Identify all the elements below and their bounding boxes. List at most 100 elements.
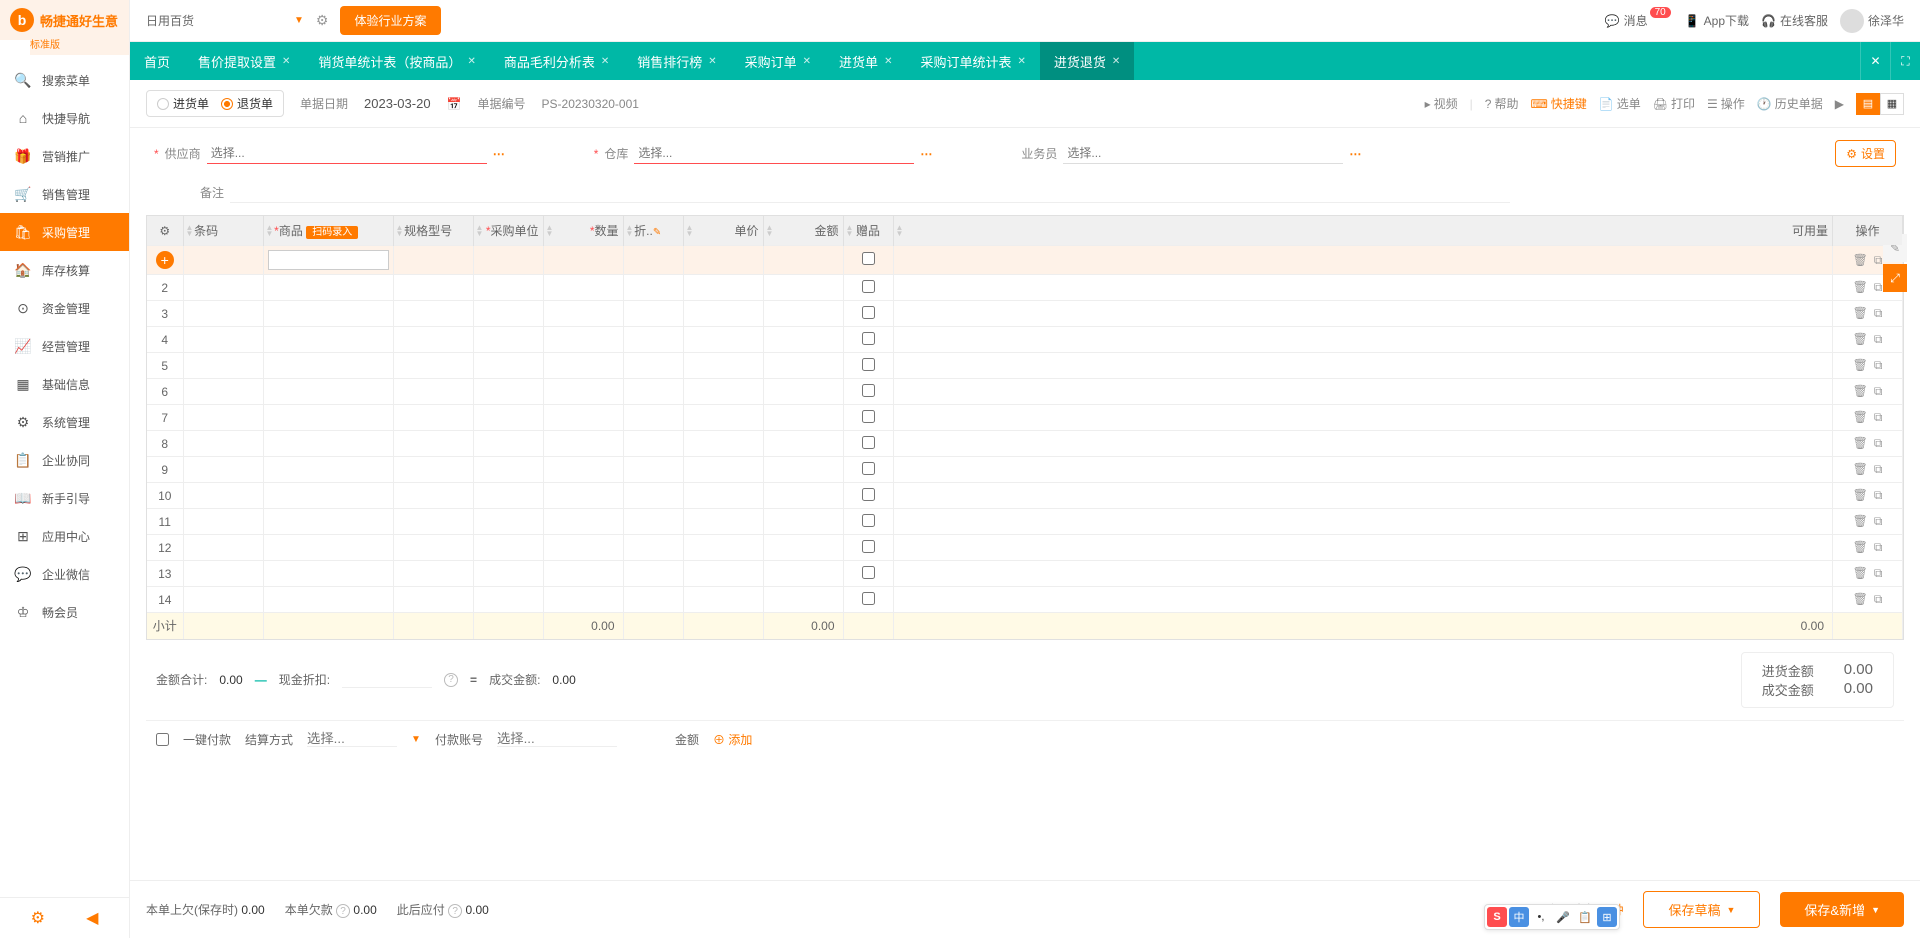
copy-icon[interactable]: ⧉: [1874, 540, 1883, 555]
supplier-browse-icon[interactable]: ⋯: [493, 147, 506, 161]
copy-icon[interactable]: ⧉: [1874, 566, 1883, 581]
close-icon[interactable]: ✕: [1017, 56, 1025, 67]
amount-header[interactable]: ▲▼金额: [763, 216, 843, 246]
gift-checkbox[interactable]: [862, 488, 875, 501]
tab-1[interactable]: 售价提取设置✕: [184, 42, 304, 80]
gift-checkbox[interactable]: [862, 252, 875, 265]
date-value[interactable]: 2023-03-20: [364, 96, 431, 111]
messages-link[interactable]: 💬 消息 70: [1605, 12, 1673, 29]
ime-clip-icon[interactable]: 📋: [1575, 907, 1595, 927]
gift-checkbox[interactable]: [862, 410, 875, 423]
ime-cn-icon[interactable]: 中: [1509, 907, 1529, 927]
select-bill-link[interactable]: 📄 选单: [1599, 95, 1641, 112]
sidebar-item-14[interactable]: ♔畅会员: [0, 593, 129, 631]
sidebar-item-9[interactable]: ⚙系统管理: [0, 403, 129, 441]
app-download-link[interactable]: 📱 App下载: [1685, 12, 1749, 29]
expand-float-btn[interactable]: ⤢: [1883, 264, 1907, 292]
price-header[interactable]: ▲▼单价: [683, 216, 763, 246]
online-service-link[interactable]: 🎧 在线客服: [1761, 12, 1828, 29]
unit-header[interactable]: ▲▼*采购单位: [473, 216, 543, 246]
close-icon[interactable]: ✕: [884, 56, 892, 67]
gift-checkbox[interactable]: [862, 462, 875, 475]
return-radio[interactable]: 退货单: [221, 95, 273, 112]
delete-icon[interactable]: 🗑: [1853, 488, 1868, 503]
copy-icon[interactable]: ⧉: [1874, 280, 1883, 295]
gear-icon[interactable]: ⚙: [316, 12, 329, 29]
help-icon[interactable]: ?: [444, 673, 458, 687]
ime-punct-icon[interactable]: •,: [1531, 907, 1551, 927]
ime-s-icon[interactable]: S: [1487, 907, 1507, 927]
sidebar-item-12[interactable]: ⊞应用中心: [0, 517, 129, 555]
incoming-radio[interactable]: 进货单: [157, 95, 209, 112]
sidebar-item-10[interactable]: 📋企业协同: [0, 441, 129, 479]
product-input[interactable]: [268, 250, 389, 270]
copy-icon[interactable]: ⧉: [1874, 410, 1883, 425]
product-header[interactable]: ▲▼ *商品 扫码录入: [263, 216, 393, 246]
close-all-tabs[interactable]: ✕: [1860, 42, 1890, 80]
copy-icon[interactable]: ⧉: [1874, 358, 1883, 373]
qty-header[interactable]: ▲▼*数量: [543, 216, 623, 246]
help-link[interactable]: ? 帮助: [1485, 95, 1519, 112]
delete-icon[interactable]: 🗑: [1853, 280, 1868, 295]
sidebar-item-13[interactable]: 💬企业微信: [0, 555, 129, 593]
delete-icon[interactable]: 🗑: [1853, 566, 1868, 581]
copy-icon[interactable]: ⧉: [1874, 462, 1883, 477]
copy-icon[interactable]: ⧉: [1874, 592, 1883, 607]
sidebar-item-0[interactable]: 🔍搜索菜单: [0, 61, 129, 99]
ime-mic-icon[interactable]: 🎤: [1553, 907, 1573, 927]
settings-icon[interactable]: ⚙: [31, 908, 45, 928]
gift-checkbox[interactable]: [862, 436, 875, 449]
barcode-header[interactable]: ▲▼ 条码: [183, 216, 263, 246]
gift-checkbox[interactable]: [862, 592, 875, 605]
delete-icon[interactable]: 🗑: [1853, 514, 1868, 529]
delete-icon[interactable]: 🗑: [1853, 306, 1868, 321]
sidebar-item-7[interactable]: 📈经营管理: [0, 327, 129, 365]
save-draft-button[interactable]: 保存草稿 ▼: [1643, 891, 1760, 928]
delete-icon[interactable]: 🗑: [1853, 332, 1868, 347]
delete-icon[interactable]: 🗑: [1853, 436, 1868, 451]
close-icon[interactable]: ✕: [467, 56, 475, 67]
collapse-icon[interactable]: ◀: [86, 908, 98, 928]
sidebar-item-1[interactable]: ⌂快捷导航: [0, 99, 129, 137]
print-link[interactable]: 🖨 打印: [1653, 95, 1695, 112]
tab-0[interactable]: 首页: [130, 42, 184, 80]
gift-checkbox[interactable]: [862, 306, 875, 319]
sidebar-item-5[interactable]: 🏠库存核算: [0, 251, 129, 289]
help-icon[interactable]: ?: [448, 904, 462, 918]
add-payment-link[interactable]: ⊕ 添加: [713, 731, 752, 748]
cash-discount-input[interactable]: [342, 672, 432, 688]
save-new-button[interactable]: 保存&新增 ▼: [1780, 892, 1904, 927]
delete-icon[interactable]: 🗑: [1853, 592, 1868, 607]
view-grid-btn[interactable]: ▦: [1880, 93, 1904, 115]
copy-icon[interactable]: ⧉: [1874, 488, 1883, 503]
copy-icon[interactable]: ⧉: [1874, 306, 1883, 321]
sidebar-item-8[interactable]: ▦基础信息: [0, 365, 129, 403]
video-link[interactable]: ▸ 视频: [1425, 95, 1458, 112]
user-menu[interactable]: 徐泽华: [1840, 9, 1904, 33]
sidebar-item-11[interactable]: 📖新手引导: [0, 479, 129, 517]
gift-header[interactable]: ▲▼赠品: [843, 216, 893, 246]
add-row-icon[interactable]: +: [156, 251, 174, 269]
delete-icon[interactable]: 🗑: [1853, 358, 1868, 373]
close-icon[interactable]: ✕: [803, 56, 811, 67]
method-select[interactable]: [307, 731, 397, 747]
fullscreen-toggle[interactable]: ⛶: [1890, 42, 1920, 80]
history-link[interactable]: 🕐 历史单据: [1757, 95, 1823, 112]
account-select[interactable]: [497, 731, 617, 747]
gift-checkbox[interactable]: [862, 358, 875, 371]
salesperson-browse-icon[interactable]: ⋯: [1349, 147, 1362, 161]
settings-button[interactable]: ⚙ 设置: [1835, 140, 1896, 167]
supplier-input[interactable]: [207, 143, 487, 164]
spec-header[interactable]: ▲▼ 规格型号: [393, 216, 473, 246]
gift-checkbox[interactable]: [862, 566, 875, 579]
tab-6[interactable]: 进货单✕: [825, 42, 906, 80]
delete-icon[interactable]: 🗑: [1853, 253, 1868, 268]
try-industry-button[interactable]: 体验行业方案: [340, 6, 440, 35]
tab-5[interactable]: 采购订单✕: [731, 42, 825, 80]
copy-icon[interactable]: ⧉: [1874, 332, 1883, 347]
gift-checkbox[interactable]: [862, 384, 875, 397]
close-icon[interactable]: ✕: [282, 56, 290, 67]
operate-link[interactable]: ☰ 操作: [1707, 95, 1745, 112]
next-arrow[interactable]: ▶: [1835, 97, 1844, 111]
shortcut-link[interactable]: ⌨ 快捷键: [1530, 95, 1586, 112]
